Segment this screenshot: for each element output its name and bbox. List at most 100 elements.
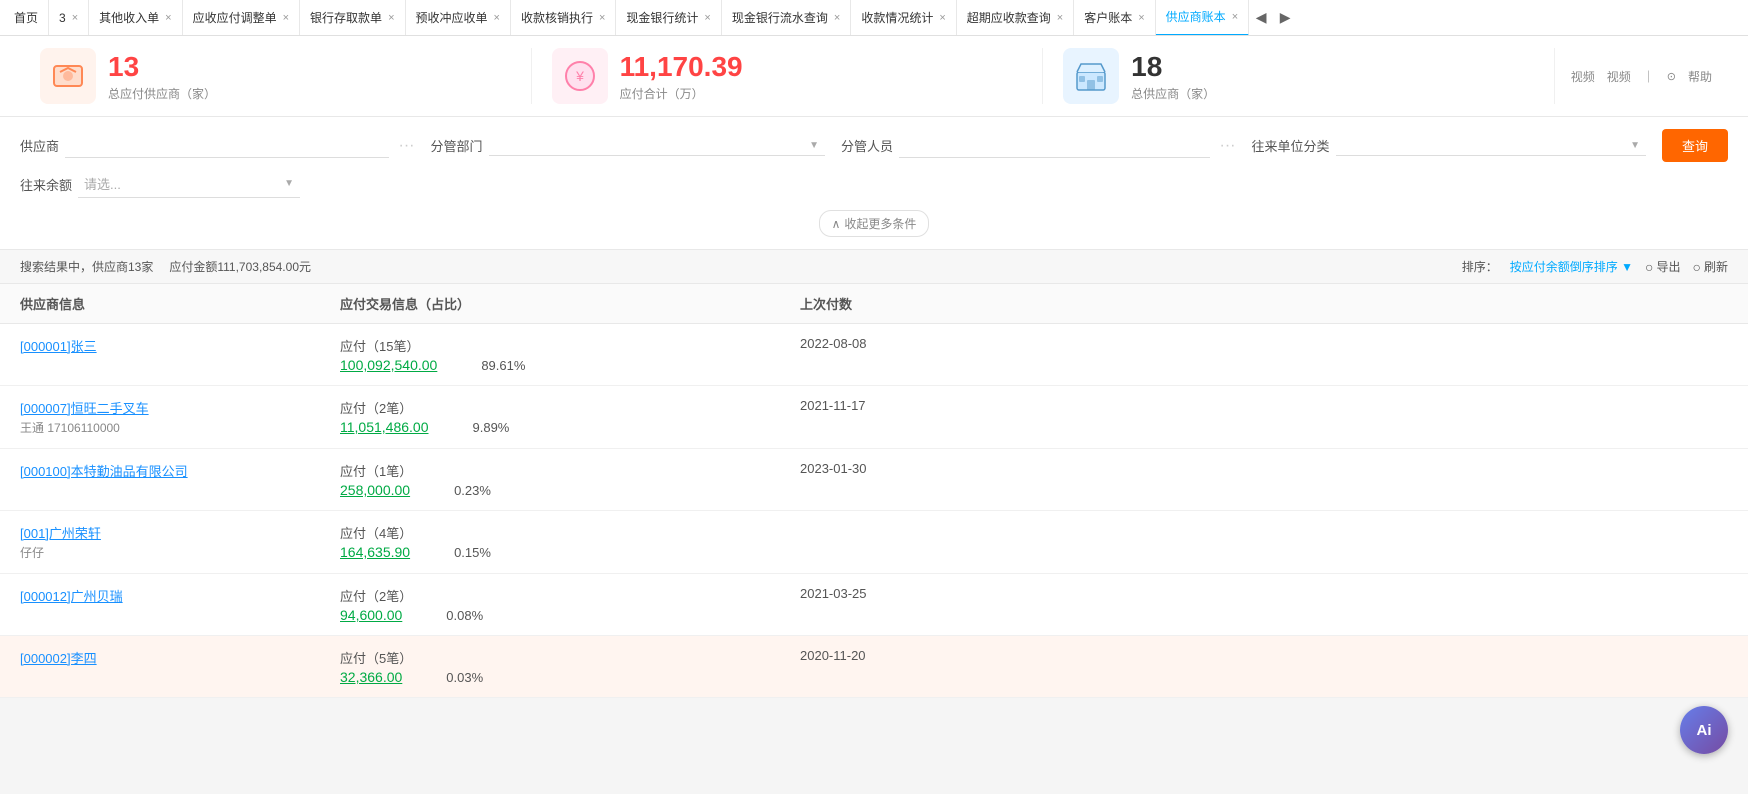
transaction-info-6: 应付（5笔） 32,366.00 0.03% [340, 648, 800, 685]
supplier-link-1[interactable]: [000001]张三 [20, 336, 340, 355]
transaction-amount-5[interactable]: 94,600.00 [340, 607, 402, 623]
nav-tab-customer-account[interactable]: 客户账本 × [1074, 0, 1155, 36]
nav-tab-supplier-account[interactable]: 供应商账本 × [1156, 0, 1249, 36]
result-actions: 排序： 按应付余额倒序排序 ▼ ○ 导出 ○ 刷新 [1462, 258, 1728, 275]
close-tab-3-icon[interactable]: × [72, 12, 78, 24]
export-icon: ○ [1645, 259, 1653, 275]
query-button[interactable]: 查询 [1662, 129, 1728, 162]
supplier-link-4[interactable]: [001]广州荣轩 [20, 523, 340, 542]
close-tab-supplier-account-icon[interactable]: × [1232, 11, 1238, 23]
help-label[interactable]: 帮助 [1688, 68, 1712, 85]
close-tab-other-income-icon[interactable]: × [165, 12, 171, 24]
video-link[interactable]: 视频 [1571, 68, 1595, 85]
supplier-info-5: [000012]广州贝瑞 [20, 586, 340, 605]
nav-tab-overdue-query[interactable]: 超期应收款查询 × [957, 0, 1074, 36]
transaction-percent-3: 0.23% [454, 483, 491, 498]
close-tab-customer-account-icon[interactable]: × [1138, 12, 1144, 24]
person-filter-input[interactable] [899, 134, 1210, 158]
col-header-supplier: 供应商信息 [20, 294, 340, 313]
transaction-percent-6: 0.03% [446, 670, 483, 685]
supplier-link-3[interactable]: [000100]本特勤油品有限公司 [20, 461, 340, 480]
nav-left-arrow[interactable]: ◀ [1249, 0, 1273, 36]
table-row[interactable]: [001]广州荣轩 仔仔 应付（4笔） 164,635.90 0.15% [0, 511, 1748, 574]
nav-tab-home[interactable]: 首页 [4, 0, 49, 36]
table-row[interactable]: [000002]李四 应付（5笔） 32,366.00 0.03% 2020-1… [0, 636, 1748, 698]
filter-supplier: 供应商 ··· [20, 134, 415, 158]
transaction-amount-2[interactable]: 11,051,486.00 [340, 419, 429, 435]
ai-button[interactable]: Ai [1680, 706, 1728, 754]
dept-filter-select[interactable]: ▼ [489, 136, 825, 156]
nav-tab-bank-deposit[interactable]: 银行存取款单 × [300, 0, 405, 36]
col-header-last-payment: 上次付数 [800, 294, 1728, 313]
transaction-info-2: 应付（2笔） 11,051,486.00 9.89% [340, 398, 800, 435]
filter-row-1: 供应商 ··· 分管部门 ▼ 分管人员 ··· 往来单位分类 ▼ 查询 [20, 129, 1728, 162]
supplier-link-2[interactable]: [000007]恒旺二手叉车 [20, 398, 340, 417]
payable-amount-number: 11,170.39 [620, 50, 743, 84]
supplier-info-1: [000001]张三 [20, 336, 340, 355]
nav-tab-receipt-verify[interactable]: 收款核销执行 × [511, 0, 616, 36]
close-tab-prepay-offset-icon[interactable]: × [494, 12, 500, 24]
table-row[interactable]: [000007]恒旺二手叉车 王通 17106110000 应付（2笔） 11,… [0, 386, 1748, 449]
nav-tab-other-income[interactable]: 其他收入单 × [89, 0, 182, 36]
top-right-links: 视频 视频 ｜ ⊙ 帮助 [1555, 68, 1728, 85]
supplier-count-number: 13 [108, 50, 216, 84]
collapse-chevron-up-icon: ∧ [832, 217, 841, 231]
collapse-bar: ∧ 收起更多条件 [20, 206, 1728, 241]
supplier-link-5[interactable]: [000012]广州贝瑞 [20, 586, 340, 605]
close-tab-receipt-stat-icon[interactable]: × [939, 12, 945, 24]
supplier-info-3: [000100]本特勤油品有限公司 [20, 461, 340, 480]
supplier-filter-input[interactable] [65, 134, 389, 158]
category-filter-label: 往来单位分类 [1252, 136, 1330, 155]
refresh-button[interactable]: ○ 刷新 [1693, 258, 1728, 275]
last-payment-1: 2022-08-08 [800, 336, 1728, 351]
transaction-info-3: 应付（1笔） 258,000.00 0.23% [340, 461, 800, 498]
transaction-amount-1[interactable]: 100,092,540.00 [340, 357, 437, 373]
table-row[interactable]: [000012]广州贝瑞 应付（2笔） 94,600.00 0.08% 2021… [0, 574, 1748, 636]
transaction-label-3: 应付（1笔） [340, 461, 800, 480]
nav-tab-3[interactable]: 3 × [49, 0, 89, 36]
nav-tab-cash-bank-stat[interactable]: 现金银行统计 × [616, 0, 721, 36]
supplier-count-label: 总应付供应商（家） [108, 85, 216, 102]
payable-amount-label: 应付合计（万） [620, 85, 743, 102]
nav-right-arrow[interactable]: ▶ [1273, 0, 1297, 36]
transaction-amount-4[interactable]: 164,635.90 [340, 544, 410, 560]
nav-tab-cash-bank-flow[interactable]: 现金银行流水查询 × [722, 0, 851, 36]
nav-tab-receipt-stat[interactable]: 收款情况统计 × [851, 0, 956, 36]
transaction-amount-3[interactable]: 258,000.00 [340, 482, 410, 498]
payable-icon: ¥ [552, 48, 608, 104]
transaction-amount-6[interactable]: 32,366.00 [340, 669, 402, 685]
dept-chevron-down-icon: ▼ [809, 140, 819, 151]
collapse-button[interactable]: ∧ 收起更多条件 [819, 210, 930, 237]
table-row[interactable]: [000100]本特勤油品有限公司 应付（1笔） 258,000.00 0.23… [0, 449, 1748, 511]
balance-filter-select[interactable]: 请选... ▼ [78, 170, 300, 198]
export-button[interactable]: ○ 导出 [1645, 258, 1680, 275]
close-tab-cash-bank-flow-icon[interactable]: × [834, 12, 840, 24]
close-tab-payable-adjust-icon[interactable]: × [283, 12, 289, 24]
result-bar: 搜索结果中，供应商13家 应付金额111,703,854.00元 排序： 按应付… [0, 250, 1748, 284]
summary-card-total-suppliers: 18 总供应商（家） [1043, 48, 1555, 104]
filter-row-2: 往来余额 请选... ▼ [20, 170, 1728, 198]
nav-tab-prepay-offset[interactable]: 预收冲应收单 × [406, 0, 511, 36]
person-filter-dots[interactable]: ··· [1220, 137, 1236, 155]
sort-select[interactable]: 按应付余额倒序排序 ▼ [1510, 258, 1633, 275]
transaction-label-4: 应付（4笔） [340, 523, 800, 542]
table-row[interactable]: [000001]张三 应付（15笔） 100,092,540.00 89.61%… [0, 324, 1748, 386]
transaction-percent-4: 0.15% [454, 545, 491, 560]
transaction-info-5: 应付（2笔） 94,600.00 0.08% [340, 586, 800, 623]
close-tab-cash-bank-stat-icon[interactable]: × [704, 12, 710, 24]
supplier-contact-2: 王通 17106110000 [20, 419, 340, 436]
supplier-link-6[interactable]: [000002]李四 [20, 648, 340, 667]
refresh-icon: ○ [1693, 259, 1701, 275]
supplier-filter-dots[interactable]: ··· [399, 137, 415, 155]
balance-chevron-down-icon: ▼ [284, 178, 294, 189]
nav-tab-payable-adjust[interactable]: 应收应付调整单 × [183, 0, 300, 36]
sort-chevron-down-icon: ▼ [1621, 260, 1633, 274]
close-tab-receipt-verify-icon[interactable]: × [599, 12, 605, 24]
category-filter-select[interactable]: ▼ [1336, 136, 1646, 156]
video-label[interactable]: 视频 [1607, 68, 1631, 85]
filter-dept: 分管部门 ▼ [431, 136, 826, 156]
supplier-info-2: [000007]恒旺二手叉车 王通 17106110000 [20, 398, 340, 436]
close-tab-overdue-query-icon[interactable]: × [1057, 12, 1063, 24]
close-tab-bank-deposit-icon[interactable]: × [388, 12, 394, 24]
top-navigation: 首页 3 × 其他收入单 × 应收应付调整单 × 银行存取款单 × 预收冲应收单… [0, 0, 1748, 36]
